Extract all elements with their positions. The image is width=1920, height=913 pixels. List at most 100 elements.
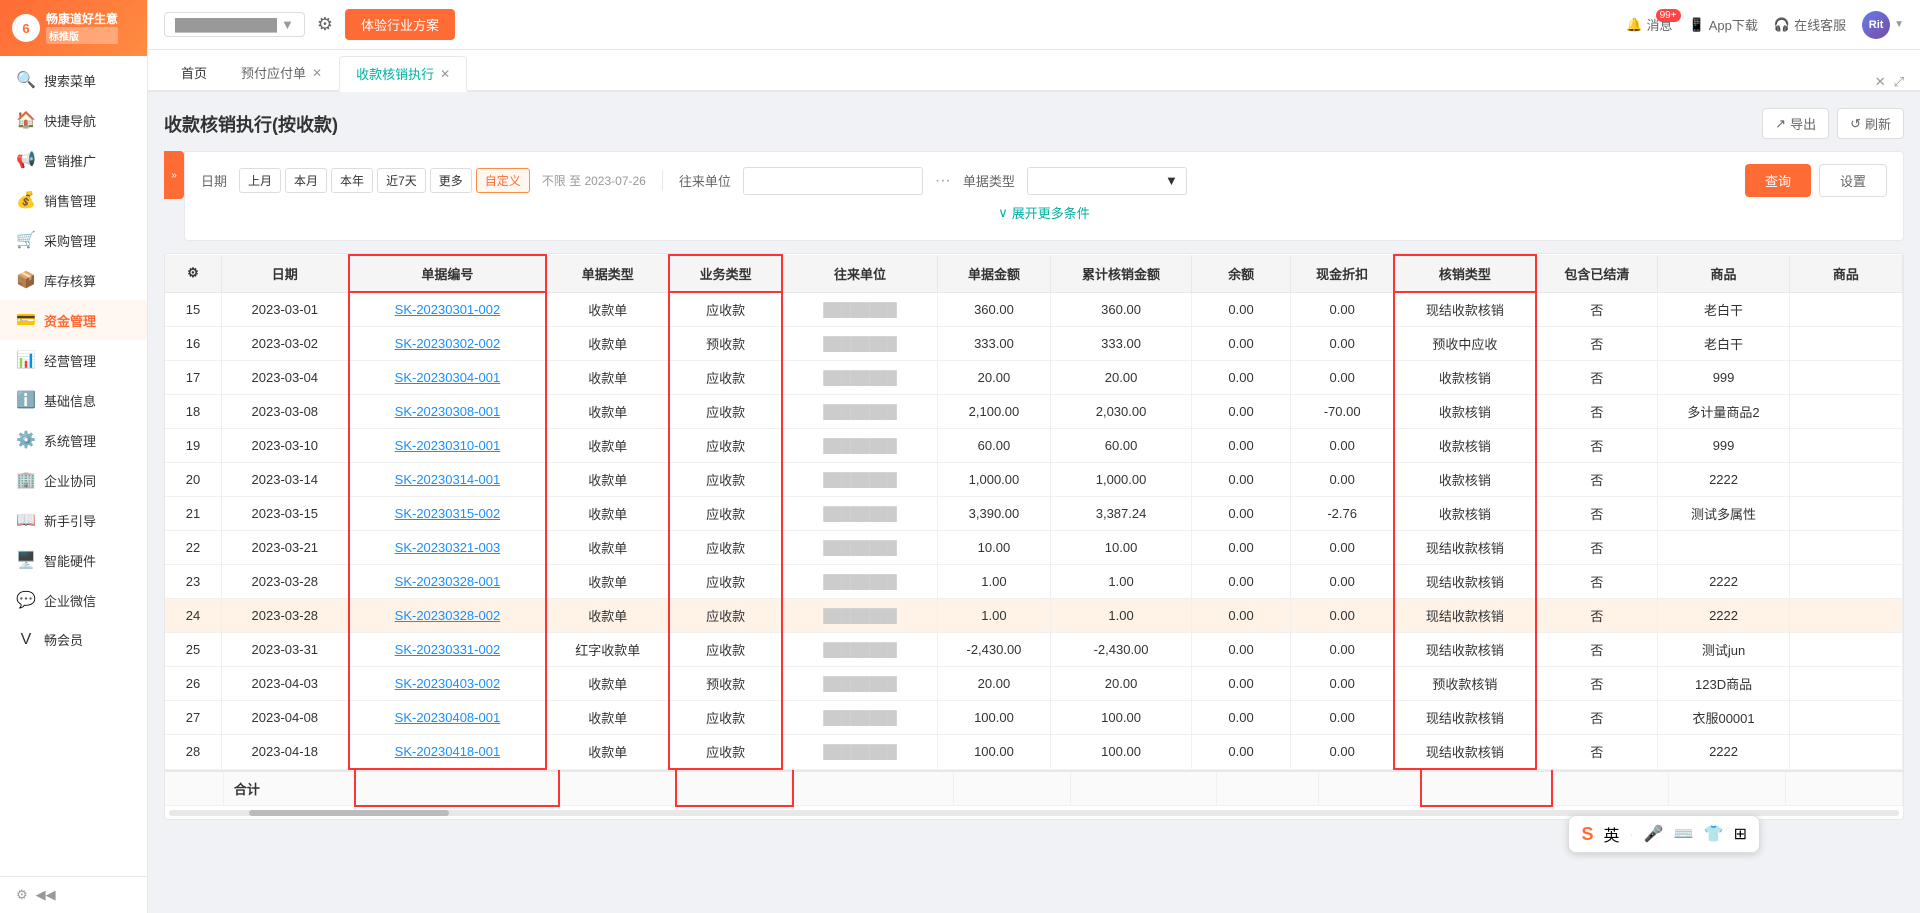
solution-button[interactable]: 体验行业方案 [345,9,455,40]
cell-goods: 老白干 [1658,292,1790,327]
cell-cumverify: 3,387.24 [1050,497,1191,531]
docno-link[interactable]: SK-20230403-002 [395,676,501,691]
tab-home[interactable]: 首页 [164,54,224,90]
date-btn-this-year[interactable]: 本年 [331,168,373,193]
totals-amount [953,771,1070,806]
sidebar-logo: 6 畅康道好生意 标推版 [0,0,147,56]
sidebar-item-marketing[interactable]: 📢营销推广 [0,140,147,180]
sidebar-item-search[interactable]: 🔍搜索菜单 [0,60,147,100]
docno-link[interactable]: SK-20230418-001 [395,744,501,759]
message-btn[interactable]: 🔔 消息 99+ [1626,15,1672,34]
query-button[interactable]: 查询 [1745,164,1811,197]
cell-verifytype: 收款核销 [1394,497,1535,531]
partner-input[interactable] [743,167,923,195]
cell-no: 24 [165,599,221,633]
date-btn-last-month[interactable]: 上月 [239,168,281,193]
grid-icon[interactable]: ⊞ [1734,824,1747,844]
filter-panel: 日期 上月 本月 本年 近7天 更多 自定义 不限 至 2023-07-26 往… [184,151,1904,241]
expand-more-btn[interactable]: ∨ 展开更多条件 [201,197,1887,228]
docno-link[interactable]: SK-20230308-001 [395,404,501,419]
cell-amount: 333.00 [937,327,1050,361]
mic-icon[interactable]: 🎤 [1644,824,1664,844]
cell-no: 16 [165,327,221,361]
more-filter-dots[interactable]: ··· [935,172,951,190]
app-download-btn[interactable]: 📱 App下载 [1689,15,1758,34]
cell-amount: 1.00 [937,599,1050,633]
cell-settled: 否 [1536,327,1658,361]
cell-goods2 [1789,701,1902,735]
cell-docno: SK-20230328-001 [349,565,547,599]
tab-receipt-verify[interactable]: 收款核销执行 ✕ [339,56,467,92]
table-header-row: ⚙ 日期 单据编号 单据类型 业务类型 往来单位 单据金额 累计核销金额 余额 … [165,255,1903,292]
doctype-select[interactable]: ▼ [1027,167,1187,195]
tab-close-receipt-verify[interactable]: ✕ [440,67,450,81]
online-service-btn[interactable]: 🎧 在线客服 [1774,15,1846,34]
docno-link[interactable]: SK-20230328-002 [395,608,501,623]
date-btn-7days[interactable]: 近7天 [377,168,426,193]
float-dot: · [1629,827,1633,842]
sidebar-item-basic[interactable]: ℹ️基础信息 [0,380,147,420]
megaphone-icon: 📢 [16,150,36,170]
sidebar-item-member[interactable]: V畅会员 [0,620,147,659]
tab-prepay[interactable]: 预付应付单 ✕ [224,54,339,90]
docno-link[interactable]: SK-20230328-001 [395,574,501,589]
cell-date: 2023-03-02 [221,327,348,361]
cell-goods2 [1789,565,1902,599]
docno-link[interactable]: SK-20230304-001 [395,370,501,385]
sidebar-item-quicknav[interactable]: 🏠快捷导航 [0,100,147,140]
sidebar-item-system[interactable]: ⚙️系统管理 [0,420,147,460]
totals-discount [1318,771,1420,806]
collapse-icon[interactable]: ◀◀ [36,887,56,903]
expand-filter-button[interactable]: » [164,151,184,199]
refresh-button[interactable]: ↺ 刷新 [1837,108,1904,139]
skin-icon[interactable]: 👕 [1704,824,1724,844]
sidebar-item-purchase[interactable]: 🛒采购管理 [0,220,147,260]
sidebar-item-hardware[interactable]: 🖥️智能硬件 [0,540,147,580]
cell-goods2 [1789,292,1902,327]
cell-biztype: 应收款 [669,395,782,429]
docno-link[interactable]: SK-20230321-003 [395,540,501,555]
user-menu[interactable]: Rit ▼ [1862,11,1904,39]
filter-settings-button[interactable]: 设置 [1819,164,1887,197]
cell-date: 2023-03-21 [221,531,348,565]
docno-link[interactable]: SK-20230408-001 [395,710,501,725]
maximize-icon[interactable]: ⤢ [1894,74,1904,90]
docno-link[interactable]: SK-20230302-002 [395,336,501,351]
th-gear[interactable]: ⚙ [165,255,221,292]
main-area: ████████████ ▼ ⚙ 体验行业方案 🔔 消息 99+ 📱 App下载… [148,0,1920,913]
sidebar-item-inventory[interactable]: 📦库存核算 [0,260,147,300]
sidebar-item-guide[interactable]: 📖新手引导 [0,500,147,540]
settings-gear-icon[interactable]: ⚙ [317,14,333,35]
tab-close-prepay[interactable]: ✕ [312,66,322,80]
sidebar-item-wechat[interactable]: 💬企业微信 [0,580,147,620]
company-selector[interactable]: ████████████ ▼ [164,12,305,37]
sidebar-item-operations[interactable]: 📊经营管理 [0,340,147,380]
keyboard-icon[interactable]: ⌨️ [1674,824,1694,844]
cell-goods: 衣服00001 [1658,701,1790,735]
docno-link[interactable]: SK-20230331-002 [395,642,501,657]
date-btn-custom[interactable]: 自定义 [476,168,530,193]
th-docno: 单据编号 [349,255,547,292]
cell-discount: 0.00 [1291,463,1395,497]
avatar: Rit [1862,11,1890,39]
table-row: 15 2023-03-01 SK-20230301-002 收款单 应收款 ██… [165,292,1903,327]
table-row: 18 2023-03-08 SK-20230308-001 收款单 应收款 ██… [165,395,1903,429]
sidebar-item-corp[interactable]: 🏢企业协同 [0,460,147,500]
docno-link[interactable]: SK-20230314-001 [395,472,501,487]
date-btn-more[interactable]: 更多 [430,168,472,193]
export-button[interactable]: ↗ 导出 [1762,108,1829,139]
docno-link[interactable]: SK-20230315-002 [395,506,501,521]
cell-goods: 123D商品 [1658,667,1790,701]
cell-partner: ████████ [782,565,937,599]
date-btn-this-month[interactable]: 本月 [285,168,327,193]
input-lang-btn[interactable]: 英 [1603,822,1619,846]
cell-no: 27 [165,701,221,735]
sidebar-bottom[interactable]: ⚙ ◀◀ [0,876,147,913]
sidebar-item-finance[interactable]: 💳资金管理 [0,300,147,340]
cell-goods2 [1789,463,1902,497]
docno-link[interactable]: SK-20230301-002 [395,302,501,317]
docno-link[interactable]: SK-20230310-001 [395,438,501,453]
sidebar-item-sales[interactable]: 💰销售管理 [0,180,147,220]
close-window-icon[interactable]: ✕ [1875,74,1886,90]
scroll-thumb[interactable] [249,810,449,816]
